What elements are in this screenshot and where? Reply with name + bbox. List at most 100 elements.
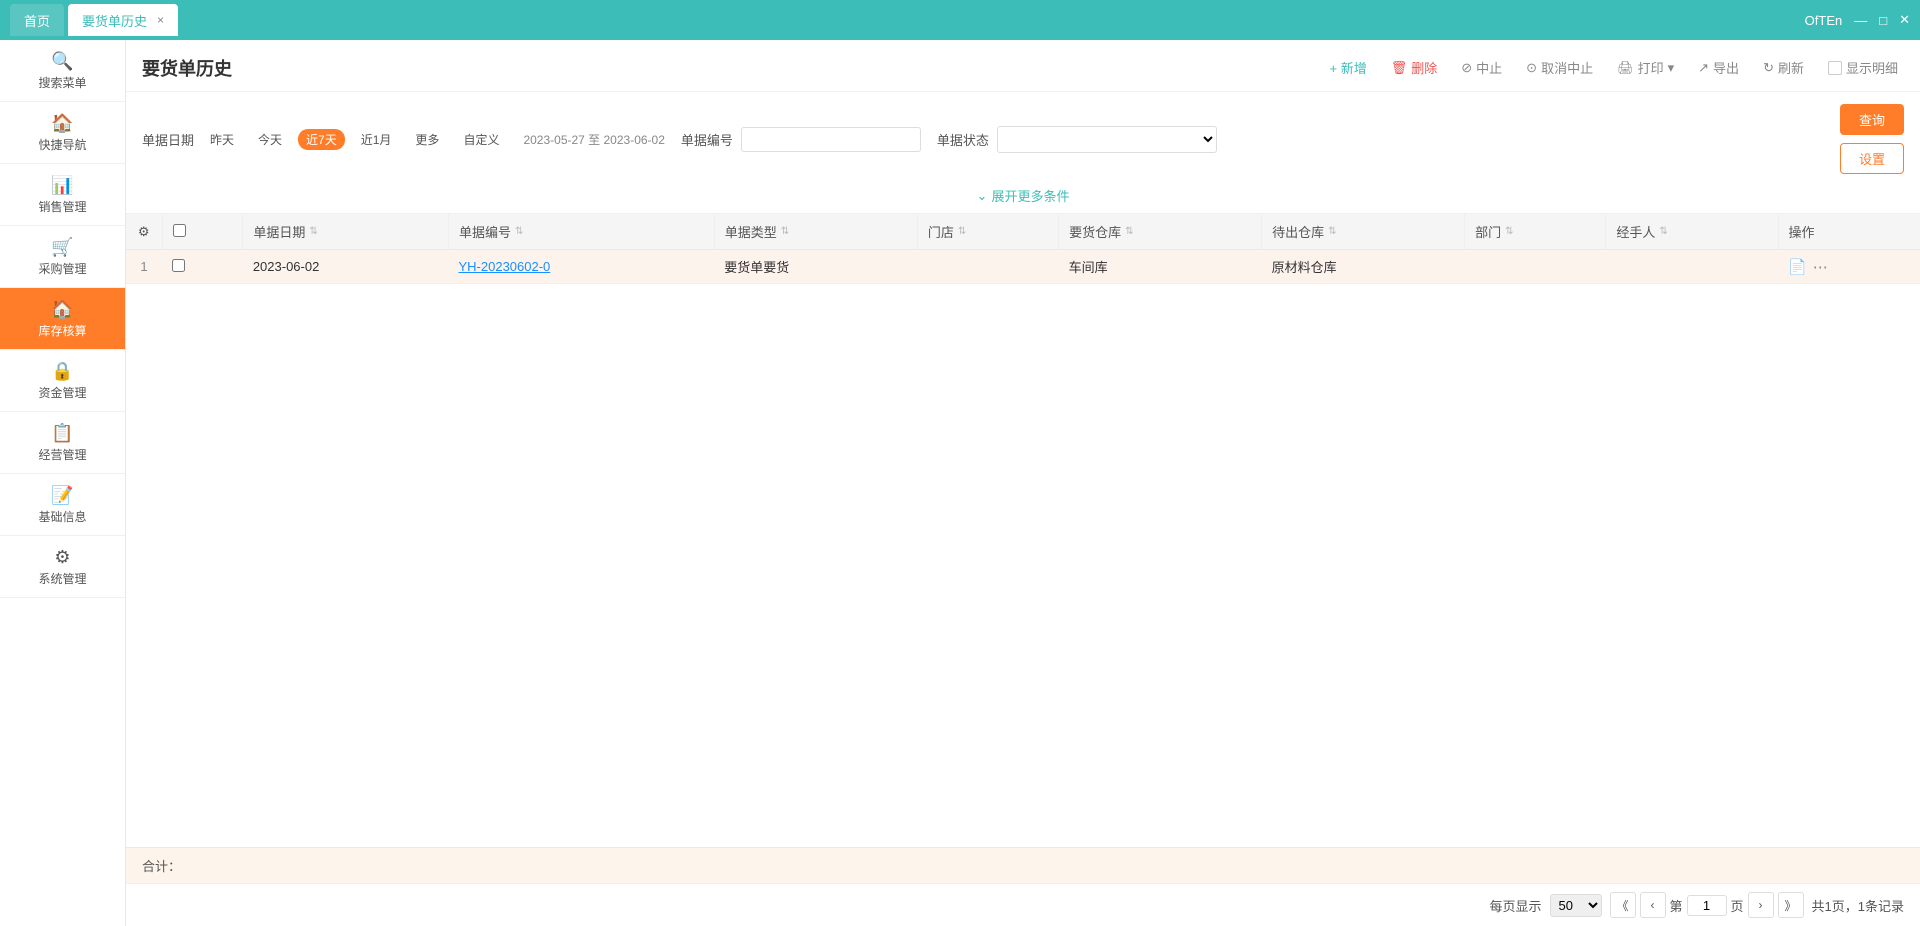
col-req-warehouse: 要货仓库 ⇅	[1059, 214, 1262, 250]
status-filter-group: 单据状态	[937, 126, 1217, 153]
tab-requisition-history[interactable]: 要货单历史 ×	[68, 4, 178, 36]
order-type-sort-icon[interactable]: ⇅	[781, 226, 789, 237]
table-header-row: ⚙ 单据日期 ⇅ 单据编号	[126, 214, 1920, 250]
display-detail-button[interactable]: 显示明细	[1822, 54, 1904, 81]
sidebar-item-search[interactable]: 🔍 搜索菜单	[0, 40, 125, 102]
date-btn-custom[interactable]: 自定义	[455, 129, 507, 150]
prev-page-btn[interactable]: ‹	[1640, 892, 1666, 918]
action-icons: 📄 ⋯	[1788, 258, 1910, 276]
col-settings[interactable]: ⚙	[126, 214, 162, 250]
stop-button[interactable]: ⊘ 中止	[1455, 54, 1508, 81]
date-btn-yesterday[interactable]: 昨天	[202, 129, 242, 150]
handler-sort-icon[interactable]: ⇅	[1659, 226, 1667, 237]
pending-warehouse-sort-icon[interactable]: ⇅	[1328, 226, 1336, 237]
date-btn-more[interactable]: 更多	[407, 129, 447, 150]
cell-checkbox	[162, 250, 243, 284]
page-input[interactable]	[1687, 895, 1727, 916]
page-suffix: 页	[1731, 896, 1744, 915]
footer-summary: 合计：	[126, 847, 1920, 883]
page-size-select[interactable]: 10 20 50 100	[1550, 894, 1602, 917]
sidebar-item-basic-info[interactable]: 📝 基础信息	[0, 474, 125, 536]
sidebar-label-operations: 经营管理	[38, 446, 86, 463]
sidebar-item-inventory[interactable]: 🏠 库存核算	[0, 288, 125, 350]
req-warehouse-sort-icon[interactable]: ⇅	[1125, 226, 1133, 237]
brand-label: OfTEn	[1805, 13, 1843, 28]
sidebar-label-inventory: 库存核算	[38, 322, 86, 339]
date-range-display: 2023-05-27 至 2023-06-02	[523, 131, 664, 148]
next-page-btn[interactable]: ›	[1748, 892, 1774, 918]
order-no-sort-icon[interactable]: ⇅	[515, 226, 523, 237]
requisition-tab-label: 要货单历史	[82, 11, 147, 30]
cancel-stop-button[interactable]: ⊙ 取消中止	[1520, 54, 1599, 81]
inventory-icon: 🏠	[51, 300, 73, 318]
maximize-btn[interactable]: □	[1879, 13, 1887, 28]
col-pending-warehouse: 待出仓库 ⇅	[1262, 214, 1465, 250]
close-btn[interactable]: ✕	[1899, 12, 1910, 28]
last-page-btn[interactable]: 》	[1778, 892, 1804, 918]
total-info: 共1页，1条记录	[1812, 896, 1904, 915]
sidebar: 🔍 搜索菜单 🏠 快捷导航 📊 销售管理 🛒 采购管理 🏠 库存核算 🔒 资金管…	[0, 40, 126, 926]
table-body: 1 2023-06-02 YH-20230602-0 要货单要货 车间库 原材料…	[126, 250, 1920, 284]
sidebar-item-system[interactable]: ⚙ 系统管理	[0, 536, 125, 598]
cell-date: 2023-06-02	[243, 250, 449, 284]
sidebar-label-finance: 资金管理	[38, 384, 86, 401]
cell-num: 1	[126, 250, 162, 284]
sidebar-label-quick-nav: 快捷导航	[38, 136, 86, 153]
date-btn-today[interactable]: 今天	[250, 129, 290, 150]
filter-row: 单据日期 昨天 今天 近7天 近1月 更多 自定义 2023-05-27 至 2…	[142, 104, 1904, 174]
date-filter-label: 单据日期	[142, 130, 194, 149]
tab-close-icon[interactable]: ×	[157, 13, 164, 27]
sidebar-item-operations[interactable]: 📋 经营管理	[0, 412, 125, 474]
delete-button[interactable]: 🗑 删除	[1385, 54, 1444, 81]
view-action-icon[interactable]: 📄	[1788, 258, 1807, 276]
setting-button[interactable]: 设置	[1840, 143, 1904, 174]
date-sort-icon[interactable]: ⇅	[309, 226, 317, 237]
sidebar-item-purchase[interactable]: 🛒 采购管理	[0, 226, 125, 288]
purchase-icon: 🛒	[51, 238, 73, 256]
cell-handler	[1606, 250, 1778, 284]
minimize-btn[interactable]: —	[1854, 13, 1867, 28]
status-select[interactable]	[997, 126, 1217, 153]
row-checkbox[interactable]	[172, 259, 185, 272]
sidebar-item-sales[interactable]: 📊 销售管理	[0, 164, 125, 226]
refresh-button[interactable]: ↻ 刷新	[1757, 54, 1810, 81]
delete-icon: 🗑	[1391, 60, 1408, 76]
date-btn-7days[interactable]: 近7天	[298, 129, 345, 150]
new-button[interactable]: + 新增	[1323, 54, 1372, 81]
order-num-label: 单据编号	[681, 130, 733, 149]
sidebar-item-quick-nav[interactable]: 🏠 快捷导航	[0, 102, 125, 164]
quick-nav-icon: 🏠	[51, 114, 73, 132]
export-button[interactable]: ↗ 导出	[1692, 54, 1745, 81]
date-btn-1month[interactable]: 近1月	[353, 129, 400, 150]
expand-filter-button[interactable]: ⌄ 展开更多条件	[977, 186, 1070, 205]
more-action-icon[interactable]: ⋯	[1813, 258, 1828, 276]
sales-icon: 📊	[51, 176, 73, 194]
cell-department	[1465, 250, 1606, 284]
home-tab-label: 首页	[24, 11, 50, 30]
stop-icon: ⊘	[1461, 60, 1472, 76]
system-icon: ⚙	[54, 548, 70, 566]
cell-order-type: 要货单要货	[714, 250, 917, 284]
expand-icon: ⌄	[977, 188, 988, 204]
summary-label: 合计：	[142, 859, 181, 874]
store-sort-icon[interactable]: ⇅	[958, 226, 966, 237]
print-button[interactable]: 🖨 打印 ▾	[1611, 54, 1680, 81]
query-button[interactable]: 查询	[1840, 104, 1904, 135]
order-no-link[interactable]: YH-20230602-0	[458, 259, 550, 274]
page-label: 第	[1670, 896, 1683, 915]
display-detail-checkbox	[1828, 61, 1842, 75]
col-action: 操作	[1778, 214, 1920, 250]
first-page-btn[interactable]: 《	[1610, 892, 1636, 918]
cell-req-warehouse: 车间库	[1059, 250, 1262, 284]
order-num-input[interactable]	[741, 127, 921, 152]
select-all-checkbox[interactable]	[173, 224, 186, 237]
cell-pending-warehouse: 原材料仓库	[1262, 250, 1465, 284]
sidebar-label-sales: 销售管理	[38, 198, 86, 215]
filter-area: 单据日期 昨天 今天 近7天 近1月 更多 自定义 2023-05-27 至 2…	[126, 92, 1920, 214]
tab-home[interactable]: 首页	[10, 4, 64, 36]
print-icon: 🖨	[1617, 60, 1634, 76]
cancel-stop-icon: ⊙	[1526, 60, 1537, 76]
dept-sort-icon[interactable]: ⇅	[1505, 226, 1513, 237]
sidebar-item-finance[interactable]: 🔒 资金管理	[0, 350, 125, 412]
sidebar-label-search: 搜索菜单	[38, 74, 86, 91]
